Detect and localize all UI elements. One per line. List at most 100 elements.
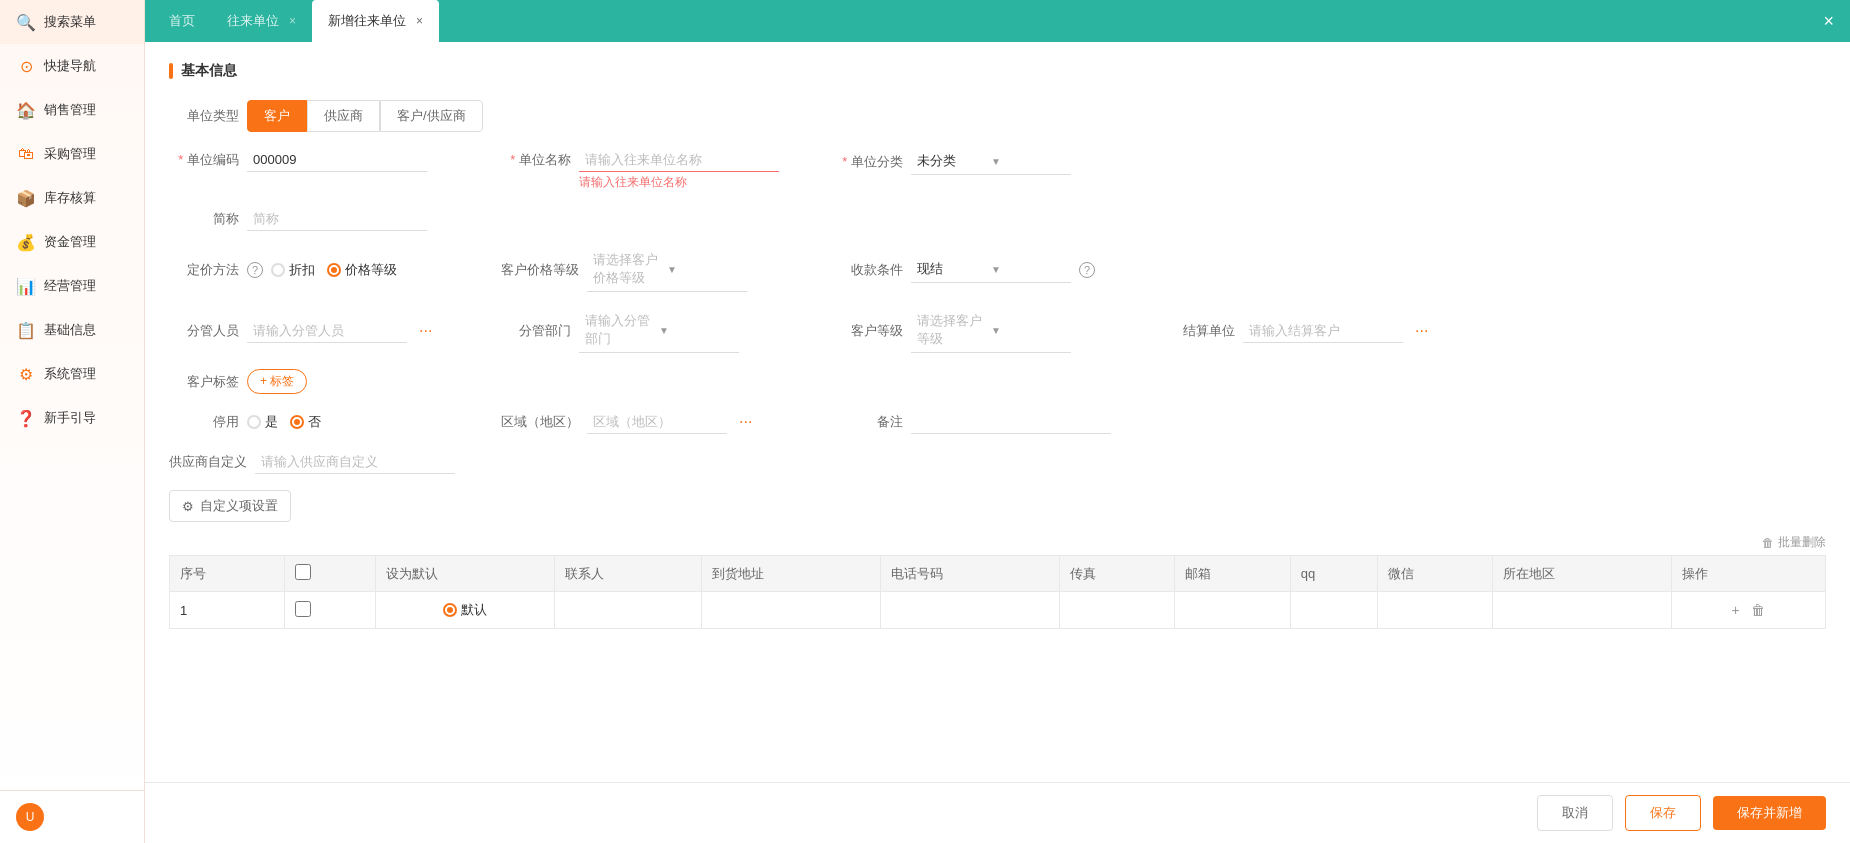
supplier-custom-input[interactable] bbox=[255, 450, 455, 474]
region-dots-btn[interactable]: ··· bbox=[735, 413, 756, 431]
disabled-row: 停用 是 否 区域（地区） ··· 备注 bbox=[169, 410, 1826, 434]
col-qq: qq bbox=[1290, 556, 1377, 592]
main-area: 首页 往来单位 × 新增往来单位 × × 基本信息 单位类型 客户 供应商 客户… bbox=[145, 0, 1850, 843]
manager-input[interactable] bbox=[247, 319, 407, 343]
cell-wechat bbox=[1377, 592, 1492, 629]
unit-info-row: 单位编码 单位名称 请输入往来单位名称 单位分类 未分类 ▼ bbox=[169, 148, 1826, 191]
payment-terms-value: 现结 bbox=[917, 260, 991, 278]
col-contact: 联系人 bbox=[555, 556, 702, 592]
col-region: 所在地区 bbox=[1492, 556, 1671, 592]
sidebar-label-system: 系统管理 bbox=[44, 365, 96, 383]
sidebar-item-quick-nav[interactable]: ⊙ 快捷导航 bbox=[0, 44, 144, 88]
radio-price-level[interactable]: 价格等级 bbox=[327, 261, 397, 279]
tab-new-partner[interactable]: 新增往来单位 × bbox=[312, 0, 439, 42]
tab-new-partner-close[interactable]: × bbox=[416, 14, 423, 28]
inventory-icon: 📦 bbox=[16, 188, 36, 208]
unit-btn-both[interactable]: 客户/供应商 bbox=[380, 100, 483, 132]
sidebar-item-search[interactable]: 🔍 搜索菜单 bbox=[0, 0, 144, 44]
save-and-new-button[interactable]: 保存并新增 bbox=[1713, 796, 1826, 830]
row-add-btn[interactable]: + bbox=[1728, 600, 1744, 620]
sidebar-label-operation: 经营管理 bbox=[44, 277, 96, 295]
unit-name-group: 单位名称 请输入往来单位名称 bbox=[501, 148, 801, 191]
radio-discount[interactable]: 折扣 bbox=[271, 261, 315, 279]
cell-address bbox=[702, 592, 881, 629]
sidebar-label-inventory: 库存核算 bbox=[44, 189, 96, 207]
row-checkbox[interactable] bbox=[295, 601, 311, 617]
remark-input[interactable] bbox=[911, 410, 1111, 434]
cell-email bbox=[1175, 592, 1290, 629]
custom-settings-button[interactable]: ⚙ 自定义项设置 bbox=[169, 490, 291, 522]
tab-bar-close-all[interactable]: × bbox=[1815, 11, 1842, 32]
guide-icon: ❓ bbox=[16, 408, 36, 428]
settlement-unit-input[interactable] bbox=[1243, 319, 1403, 343]
department-placeholder: 请输入分管部门 bbox=[585, 312, 659, 348]
col-email: 邮箱 bbox=[1175, 556, 1290, 592]
sidebar-item-basic-info[interactable]: 📋 基础信息 bbox=[0, 308, 144, 352]
payment-terms-group: 收款条件 现结 ▼ ? bbox=[833, 256, 1133, 283]
save-button[interactable]: 保存 bbox=[1625, 795, 1701, 831]
radio-no[interactable]: 否 bbox=[290, 413, 321, 431]
sidebar-item-guide[interactable]: ❓ 新手引导 bbox=[0, 396, 144, 440]
sidebar-item-finance[interactable]: 💰 资金管理 bbox=[0, 220, 144, 264]
unit-category-label: 单位分类 bbox=[833, 153, 903, 171]
col-action: 操作 bbox=[1671, 556, 1825, 592]
cell-action: + 🗑 bbox=[1671, 592, 1825, 629]
unit-type-group: 单位类型 客户 供应商 客户/供应商 bbox=[169, 100, 483, 132]
tab-home[interactable]: 首页 bbox=[153, 0, 211, 42]
sidebar-label-search: 搜索菜单 bbox=[44, 13, 96, 31]
add-tag-button[interactable]: + 标签 bbox=[247, 369, 307, 394]
unit-btn-supplier[interactable]: 供应商 bbox=[307, 100, 380, 132]
short-name-label: 简称 bbox=[169, 210, 239, 228]
row-delete-btn[interactable]: 🗑 bbox=[1747, 600, 1769, 620]
customer-price-level-arrow: ▼ bbox=[667, 264, 741, 275]
sidebar-label-basic-info: 基础信息 bbox=[44, 321, 96, 339]
unit-name-input[interactable] bbox=[579, 148, 779, 172]
col-seq: 序号 bbox=[170, 556, 285, 592]
region-input[interactable] bbox=[587, 410, 727, 434]
cell-check bbox=[285, 592, 376, 629]
unit-btn-customer[interactable]: 客户 bbox=[247, 100, 307, 132]
manager-dots-btn[interactable]: ··· bbox=[415, 322, 436, 340]
cell-phone bbox=[881, 592, 1060, 629]
unit-category-group: 单位分类 未分类 ▼ bbox=[833, 148, 1133, 175]
customer-tag-label: 客户标签 bbox=[169, 373, 239, 391]
col-default: 设为默认 bbox=[375, 556, 554, 592]
cancel-button[interactable]: 取消 bbox=[1537, 795, 1613, 831]
tab-partner[interactable]: 往来单位 × bbox=[211, 0, 312, 42]
select-all-checkbox[interactable] bbox=[295, 564, 311, 580]
quick-nav-icon: ⊙ bbox=[16, 56, 36, 76]
col-wechat: 微信 bbox=[1377, 556, 1492, 592]
radio-yes-circle bbox=[247, 415, 261, 429]
customer-level-select[interactable]: 请选择客户等级 ▼ bbox=[911, 308, 1071, 353]
radio-yes[interactable]: 是 bbox=[247, 413, 278, 431]
purchase-icon: 🛍 bbox=[16, 144, 36, 164]
sidebar-item-purchase[interactable]: 🛍 采购管理 bbox=[0, 132, 144, 176]
payment-terms-help-icon[interactable]: ? bbox=[1079, 262, 1095, 278]
radio-discount-circle bbox=[271, 263, 285, 277]
sidebar-bottom: U bbox=[0, 790, 144, 843]
unit-code-input[interactable] bbox=[247, 148, 427, 172]
gear-icon: ⚙ bbox=[182, 499, 194, 514]
cell-fax bbox=[1060, 592, 1175, 629]
settlement-unit-dots-btn[interactable]: ··· bbox=[1411, 322, 1432, 340]
footer-bar: 取消 保存 保存并新增 bbox=[145, 782, 1850, 843]
row-default-radio[interactable]: 默认 bbox=[386, 601, 544, 619]
sidebar-item-system[interactable]: ⚙ 系统管理 bbox=[0, 352, 144, 396]
pricing-help-icon[interactable]: ? bbox=[247, 262, 263, 278]
sidebar-item-inventory[interactable]: 📦 库存核算 bbox=[0, 176, 144, 220]
short-name-input[interactable] bbox=[247, 207, 427, 231]
page-content: 基本信息 单位类型 客户 供应商 客户/供应商 单位编码 单位名称 bbox=[145, 42, 1850, 782]
payment-terms-select[interactable]: 现结 ▼ bbox=[911, 256, 1071, 283]
sidebar-item-operation[interactable]: 📊 经营管理 bbox=[0, 264, 144, 308]
customer-level-group: 客户等级 请选择客户等级 ▼ bbox=[833, 308, 1133, 353]
unit-category-select[interactable]: 未分类 ▼ bbox=[911, 148, 1071, 175]
radio-no-label: 否 bbox=[308, 413, 321, 431]
sidebar-label-sales: 销售管理 bbox=[44, 101, 96, 119]
sidebar-item-sales[interactable]: 🏠 销售管理 bbox=[0, 88, 144, 132]
customer-price-level-select[interactable]: 请选择客户价格等级 ▼ bbox=[587, 247, 747, 292]
batch-delete-area[interactable]: 🗑 批量删除 bbox=[169, 534, 1826, 551]
customer-level-arrow: ▼ bbox=[991, 325, 1065, 336]
tab-partner-close[interactable]: × bbox=[289, 14, 296, 28]
region-group: 区域（地区） ··· bbox=[501, 410, 801, 434]
department-select[interactable]: 请输入分管部门 ▼ bbox=[579, 308, 739, 353]
